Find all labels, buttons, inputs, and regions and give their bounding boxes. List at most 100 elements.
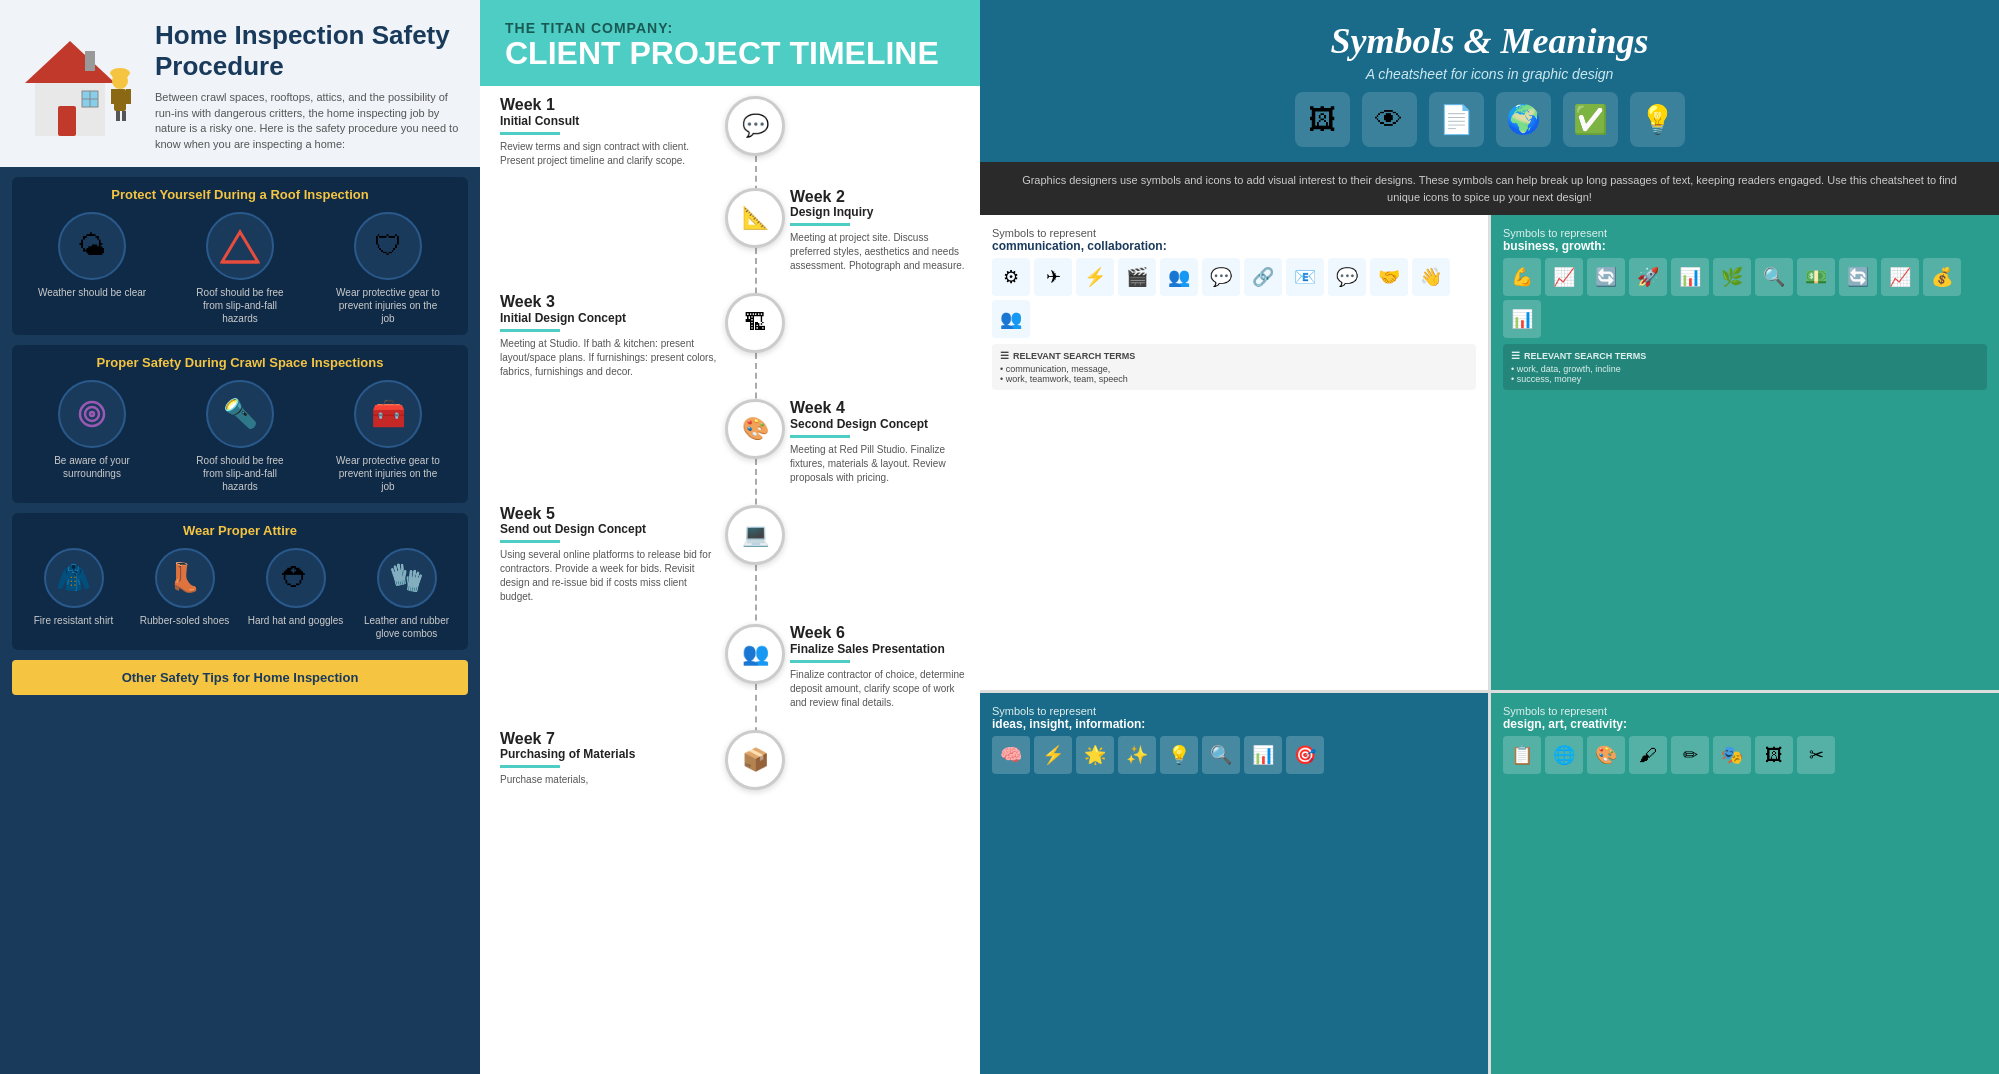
week-7-desc: Purchase materials, bbox=[500, 773, 720, 787]
icon-gloves: 🧤 Leather and rubber glove combos bbox=[355, 548, 458, 640]
week-3-circle: 🏗 bbox=[725, 293, 785, 353]
week-7-title: Week 7 bbox=[500, 730, 720, 748]
timeline-container: Week 1 Initial Consult Review terms and … bbox=[500, 86, 960, 808]
comm-icon-9: 💬 bbox=[1328, 258, 1366, 296]
week-3-bar bbox=[500, 329, 560, 332]
svg-marker-15 bbox=[222, 232, 258, 262]
week-7-row: Week 7 Purchasing of Materials Purchase … bbox=[500, 730, 960, 790]
design-icon-2: 🌐 bbox=[1545, 736, 1583, 774]
biz-search-box: RELEVANT SEARCH TERMS • work, data, grow… bbox=[1503, 344, 1987, 390]
week-7-center: 📦 bbox=[720, 730, 790, 790]
section-roof: Protect Yourself During a Roof Inspectio… bbox=[12, 177, 468, 335]
icon-toolbox: 🧰 Wear protective gear to prevent injuri… bbox=[333, 380, 443, 493]
design-icon-1: 📋 bbox=[1503, 736, 1541, 774]
comm-search-title: RELEVANT SEARCH TERMS bbox=[1000, 350, 1468, 361]
weather-icon-circle: 🌤 bbox=[58, 212, 126, 280]
week-1-title: Week 1 bbox=[500, 96, 720, 114]
section-roof-title: Protect Yourself During a Roof Inspectio… bbox=[22, 187, 458, 202]
comm-icon-1: ⚙ bbox=[992, 258, 1030, 296]
week-7-circle: 📦 bbox=[725, 730, 785, 790]
symbols-top-icon-5: ✅ bbox=[1563, 92, 1618, 147]
comm-search-term-1: • communication, message, bbox=[1000, 364, 1468, 374]
week-5-desc: Using several online platforms to releas… bbox=[500, 548, 720, 604]
shoes-icon-circle: 👢 bbox=[155, 548, 215, 608]
week-3-row: Week 3 Initial Design Concept Meeting at… bbox=[500, 293, 960, 379]
week-6-title: Week 6 bbox=[790, 624, 970, 642]
symbols-top-icon-1: 🖼 bbox=[1295, 92, 1350, 147]
section-attire-title: Wear Proper Attire bbox=[22, 523, 458, 538]
icon-flashlight: 🔦 Roof should be free from slip-and-fall… bbox=[185, 380, 295, 493]
panel1-header-text: Home Inspection Safety Procedure Between… bbox=[155, 20, 460, 152]
panel1-subtitle: Between crawl spaces, rooftops, attics, … bbox=[155, 90, 460, 152]
shirt-icon-label: Fire resistant shirt bbox=[34, 614, 113, 627]
protection-icon-circle: 🛡 bbox=[354, 212, 422, 280]
week-2-center: 📐 bbox=[720, 188, 790, 248]
timeline-title: CLIENT PROJECT TIMELINE bbox=[505, 36, 955, 71]
quadrant-design-icons: 📋 🌐 🎨 🖌 ✏ 🎭 🖼 ✂ bbox=[1503, 736, 1987, 774]
week-5-bar bbox=[500, 540, 560, 543]
biz-icon-3: 🔄 bbox=[1587, 258, 1625, 296]
svg-marker-1 bbox=[25, 41, 115, 83]
week-4-bar bbox=[790, 435, 850, 438]
week-1-row: Week 1 Initial Consult Review terms and … bbox=[500, 96, 960, 168]
ideas-icon-5: 💡 bbox=[1160, 736, 1198, 774]
symbols-subtitle: A cheatsheet for icons in graphic design bbox=[1005, 66, 1974, 82]
week-1-desc: Review terms and sign contract with clie… bbox=[500, 140, 720, 168]
design-icon-6: 🎭 bbox=[1713, 736, 1751, 774]
timeline-company: THE TITAN COMPANY: bbox=[505, 20, 955, 36]
ideas-icon-8: 🎯 bbox=[1286, 736, 1324, 774]
icon-protection: 🛡 Wear protective gear to prevent injuri… bbox=[333, 212, 443, 325]
week-5-center: 💻 bbox=[720, 505, 790, 565]
surroundings-icon-label: Be aware of your surroundings bbox=[37, 454, 147, 480]
quadrant-communication: Symbols to represent communication, coll… bbox=[980, 215, 1488, 690]
weather-icon-label: Weather should be clear bbox=[38, 286, 146, 299]
roof-icon-label: Roof should be free from slip-and-fall h… bbox=[185, 286, 295, 325]
week-4-sub: Second Design Concept bbox=[790, 417, 970, 431]
svg-rect-12 bbox=[122, 111, 126, 121]
panel2-content: Week 1 Initial Consult Review terms and … bbox=[480, 86, 980, 1074]
svg-rect-6 bbox=[85, 51, 95, 71]
biz-icon-5: 📊 bbox=[1671, 258, 1709, 296]
svg-point-19 bbox=[90, 412, 94, 416]
biz-search-title: RELEVANT SEARCH TERMS bbox=[1511, 350, 1979, 361]
biz-icon-8: 💵 bbox=[1797, 258, 1835, 296]
week-4-circle: 🎨 bbox=[725, 399, 785, 459]
week-5-circle: 💻 bbox=[725, 505, 785, 565]
toolbox-icon-label: Wear protective gear to prevent injuries… bbox=[333, 454, 443, 493]
shirt-icon-circle: 🧥 bbox=[44, 548, 104, 608]
comm-icon-11: 👋 bbox=[1412, 258, 1450, 296]
comm-icon-10: 🤝 bbox=[1370, 258, 1408, 296]
week-6-center: 👥 bbox=[720, 624, 790, 684]
panel2-header: THE TITAN COMPANY: CLIENT PROJECT TIMELI… bbox=[480, 0, 980, 86]
biz-icon-6: 🌿 bbox=[1713, 258, 1751, 296]
ideas-icon-7: 📊 bbox=[1244, 736, 1282, 774]
week-6-row: 👥 Week 6 Finalize Sales Presentation Fin… bbox=[500, 624, 960, 710]
week-1-sub: Initial Consult bbox=[500, 114, 720, 128]
section-crawl-icons: Be aware of your surroundings 🔦 Roof sho… bbox=[22, 380, 458, 493]
week-7-sub: Purchasing of Materials bbox=[500, 747, 720, 761]
week-5-row: Week 5 Send out Design Concept Using sev… bbox=[500, 505, 960, 605]
quadrant-ideas: Symbols to represent ideas, insight, inf… bbox=[980, 693, 1488, 1074]
panel3-grid: Symbols to represent communication, coll… bbox=[980, 215, 1999, 1074]
biz-icon-1: 💪 bbox=[1503, 258, 1541, 296]
comm-icon-12: 👥 bbox=[992, 300, 1030, 338]
quadrant-design-bold: design, art, creativity: bbox=[1503, 717, 1987, 731]
week-4-center: 🎨 bbox=[720, 399, 790, 459]
biz-search-term-1: • work, data, growth, incline bbox=[1511, 364, 1979, 374]
week-2-desc: Meeting at project site. Discuss preferr… bbox=[790, 231, 970, 273]
ideas-icon-2: ⚡ bbox=[1034, 736, 1072, 774]
comm-search-box: RELEVANT SEARCH TERMS • communication, m… bbox=[992, 344, 1476, 390]
flashlight-icon-label: Roof should be free from slip-and-fall h… bbox=[185, 454, 295, 493]
week-7-left: Week 7 Purchasing of Materials Purchase … bbox=[500, 730, 720, 788]
comm-icon-6: 💬 bbox=[1202, 258, 1240, 296]
biz-search-term-2: • success, money bbox=[1511, 374, 1979, 384]
design-icon-4: 🖌 bbox=[1629, 736, 1667, 774]
panel1-bottom-title: Other Safety Tips for Home Inspection bbox=[24, 670, 456, 685]
comm-icon-2: ✈ bbox=[1034, 258, 1072, 296]
week-6-sub: Finalize Sales Presentation bbox=[790, 642, 970, 656]
week-4-title: Week 4 bbox=[790, 399, 970, 417]
quadrant-ideas-title: Symbols to represent ideas, insight, inf… bbox=[992, 705, 1476, 731]
house-illustration bbox=[20, 31, 140, 141]
gloves-icon-circle: 🧤 bbox=[377, 548, 437, 608]
biz-icon-2: 📈 bbox=[1545, 258, 1583, 296]
